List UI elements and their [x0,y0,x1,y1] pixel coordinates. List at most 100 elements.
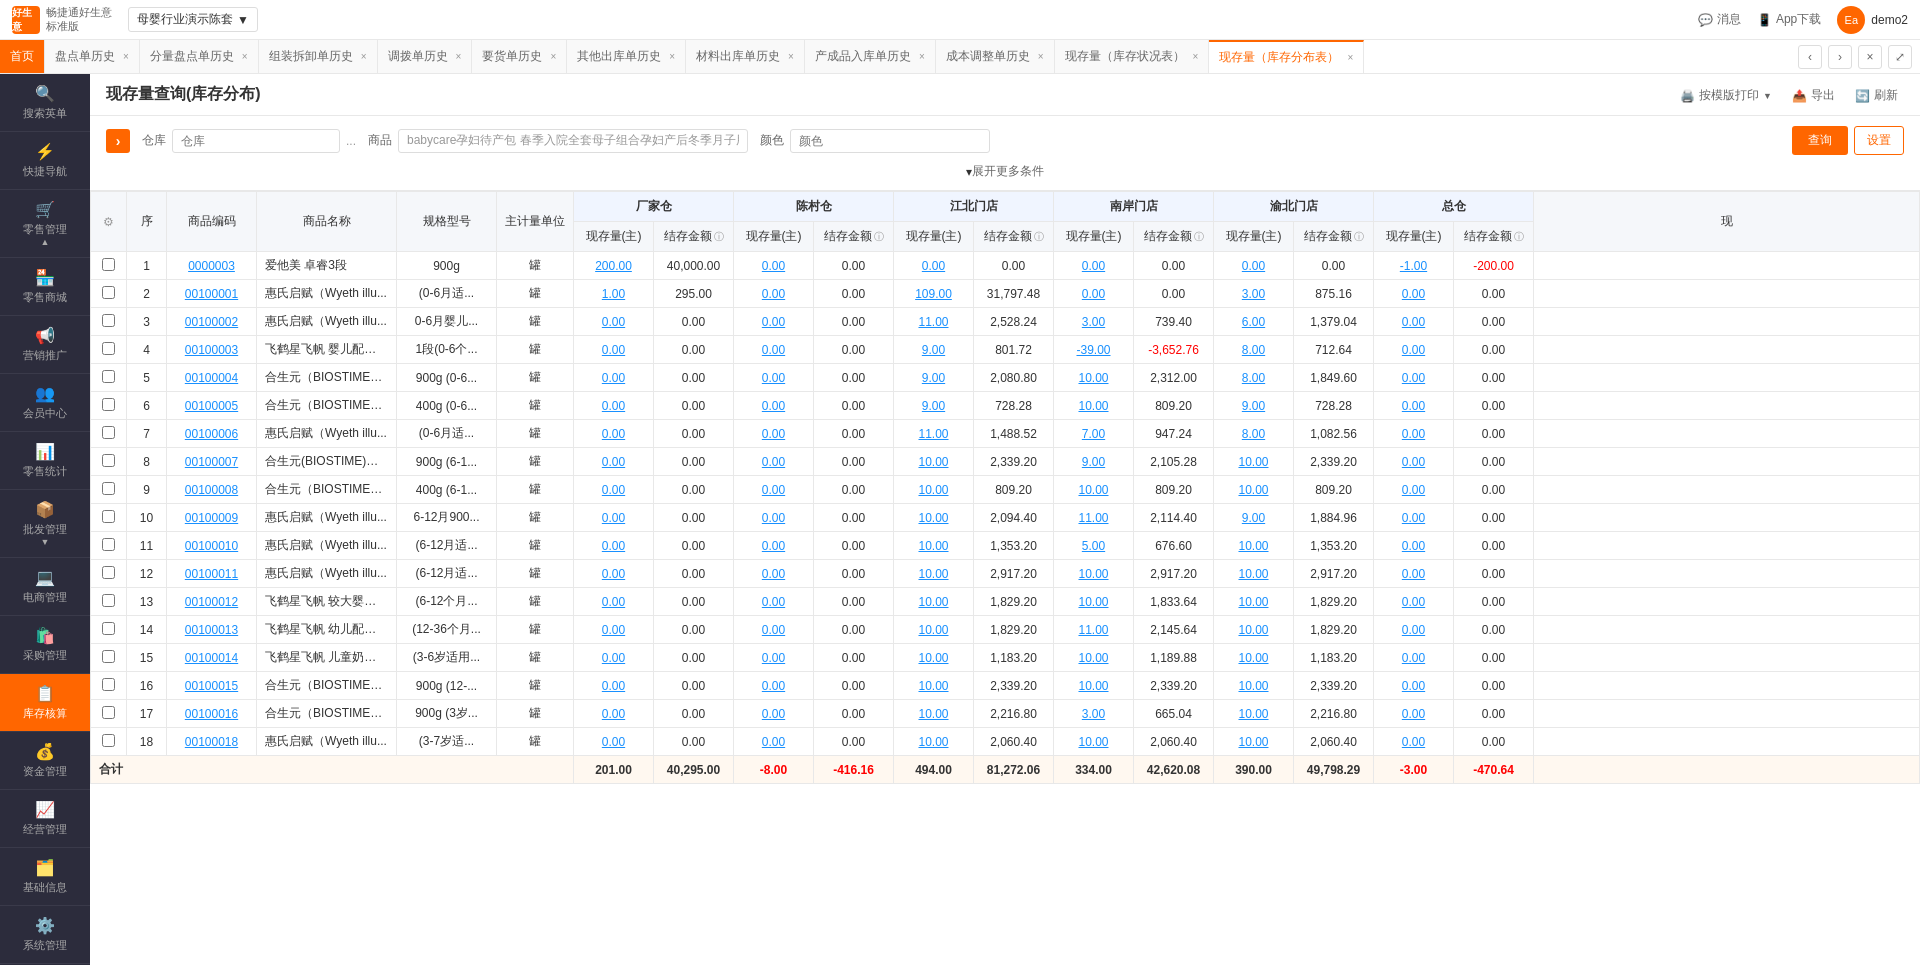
tab-close-icon[interactable]: × [669,51,675,62]
tabs-next-button[interactable]: › [1828,45,1852,69]
refresh-button[interactable]: 🔄 刷新 [1849,84,1904,107]
expand-icon[interactable]: › [106,129,130,153]
cell-checkbox[interactable] [91,392,127,420]
tab-close-icon[interactable]: × [788,51,794,62]
cell-factory-amount: 0.00 [654,504,734,532]
cell-checkbox[interactable] [91,700,127,728]
sidebar-item-retail-stats[interactable]: 📊 零售统计 [0,432,90,490]
color-input[interactable] [790,129,990,153]
tab-cost-adjust[interactable]: 成本调整单历史 × [936,40,1055,74]
sidebar-item-wholesale[interactable]: 📦 批发管理 ▼ [0,490,90,558]
gear-icon[interactable]: ⚙ [103,215,114,229]
cell-checkbox[interactable] [91,280,127,308]
cell-nanan-amount: 2,114.40 [1134,504,1214,532]
cell-total-stock: 0.00 [1374,504,1454,532]
th-total-amount: 结存金额ⓘ [1454,222,1534,252]
user-area[interactable]: Ea demo2 [1837,6,1908,34]
tabs-close-all-button[interactable]: × [1858,45,1882,69]
sidebar-item-member[interactable]: 👥 会员中心 [0,374,90,432]
settings-button[interactable]: 设置 [1854,126,1904,155]
sidebar-item-finance[interactable]: 💰 资金管理 [0,732,90,790]
cell-checkbox[interactable] [91,336,127,364]
marketing-icon: 📢 [6,326,84,345]
tab-close-icon[interactable]: × [1038,51,1044,62]
tabs-expand-button[interactable]: ⤢ [1888,45,1912,69]
tab-home[interactable]: 首页 [0,40,45,74]
tab-other-out[interactable]: 其他出库单历史 × [567,40,686,74]
cell-index: 8 [127,448,167,476]
cell-current [1534,504,1920,532]
app-download-button[interactable]: 📱 App下载 [1757,11,1821,28]
warehouse-input[interactable] [172,129,340,153]
tab-inventory-count[interactable]: 盘点单历史 × [45,40,140,74]
cell-spec: (6-12月适... [397,532,497,560]
sidebar-item-search[interactable]: 🔍 搜索英单 [0,74,90,132]
cell-yubeimen-stock: 10.00 [1214,644,1294,672]
tabs-prev-button[interactable]: ‹ [1798,45,1822,69]
sidebar-item-base[interactable]: 🗂️ 基础信息 [0,848,90,906]
cell-checkbox[interactable] [91,728,127,756]
cell-checkbox[interactable] [91,252,127,280]
cell-checkbox[interactable] [91,588,127,616]
tab-split-count[interactable]: 分量盘点单历史 × [140,40,259,74]
tab-close-icon[interactable]: × [550,51,556,62]
tab-close-icon[interactable]: × [123,51,129,62]
tab-transfer[interactable]: 调拨单历史 × [378,40,473,74]
sidebar-item-system[interactable]: ⚙️ 系统管理 [0,906,90,964]
tab-close-icon[interactable]: × [456,51,462,62]
cell-checkbox[interactable] [91,448,127,476]
sidebar-item-quick[interactable]: ⚡ 快捷导航 [0,132,90,190]
tab-stock-status[interactable]: 现存量（库存状况表） × [1055,40,1210,74]
sidebar-item-operations[interactable]: 📈 经营管理 [0,790,90,848]
sidebar-item-inventory[interactable]: 📋 库存核算 [0,674,90,732]
goods-input[interactable] [398,129,748,153]
cell-jiangbei-stock: 11.00 [894,308,974,336]
cell-chennan-stock: 0.00 [734,448,814,476]
tab-close-icon[interactable]: × [361,51,367,62]
cell-unit: 罐 [497,532,574,560]
tab-stock-dist[interactable]: 现存量（库存分布表） × [1209,40,1364,74]
message-button[interactable]: 💬 消息 [1698,11,1741,28]
cell-total-stock: -1.00 [1374,252,1454,280]
export-button[interactable]: 📤 导出 [1786,84,1841,107]
cell-checkbox[interactable] [91,476,127,504]
search-button[interactable]: 查询 [1792,126,1848,155]
sidebar-item-ecommerce[interactable]: 💻 电商管理 [0,558,90,616]
cell-spec: (6-12月适... [397,560,497,588]
cell-nanan-stock: 7.00 [1054,420,1134,448]
cell-checkbox[interactable] [91,616,127,644]
sidebar-item-purchase[interactable]: 🛍️ 采购管理 [0,616,90,674]
tab-close-icon[interactable]: × [1347,52,1353,63]
print-button[interactable]: 🖨️ 按模版打印 ▼ [1674,84,1778,107]
cell-checkbox[interactable] [91,532,127,560]
th-yubeimen-stock: 现存量(主) [1214,222,1294,252]
tab-order[interactable]: 要货单历史 × [472,40,567,74]
cell-total-amount: 0.00 [1454,532,1534,560]
tab-close-icon[interactable]: × [919,51,925,62]
cell-checkbox[interactable] [91,420,127,448]
sidebar-item-marketing[interactable]: 📢 营销推广 [0,316,90,374]
tab-close-icon[interactable]: × [242,51,248,62]
cell-yubeimen-stock: 3.00 [1214,280,1294,308]
cell-nanan-stock: 0.00 [1054,280,1134,308]
cell-nanan-amount: 2,145.64 [1134,616,1214,644]
cell-checkbox[interactable] [91,644,127,672]
sidebar-item-shop[interactable]: 🏪 零售商城 [0,258,90,316]
cell-checkbox[interactable] [91,560,127,588]
sidebar-item-retail[interactable]: 🛒 零售管理 ▲ [0,190,90,258]
cell-unit: 罐 [497,420,574,448]
brand-selector[interactable]: 母婴行业演示陈套 ▼ [128,7,258,32]
tab-assembly[interactable]: 组装拆卸单历史 × [259,40,378,74]
cell-code: 00100012 [167,588,257,616]
expand-more-button[interactable]: ▾ 展开更多条件 [106,163,1904,180]
tab-close-icon[interactable]: × [1193,51,1199,62]
tab-product-in[interactable]: 产成品入库单历史 × [805,40,936,74]
cell-checkbox[interactable] [91,672,127,700]
cell-checkbox[interactable] [91,364,127,392]
cell-spec: (12-36个月... [397,616,497,644]
cell-checkbox[interactable] [91,308,127,336]
cell-checkbox[interactable] [91,504,127,532]
sidebar-item-label: 快捷导航 [6,164,84,179]
cell-nanan-stock: 9.00 [1054,448,1134,476]
tab-material-out[interactable]: 材料出库单历史 × [686,40,805,74]
